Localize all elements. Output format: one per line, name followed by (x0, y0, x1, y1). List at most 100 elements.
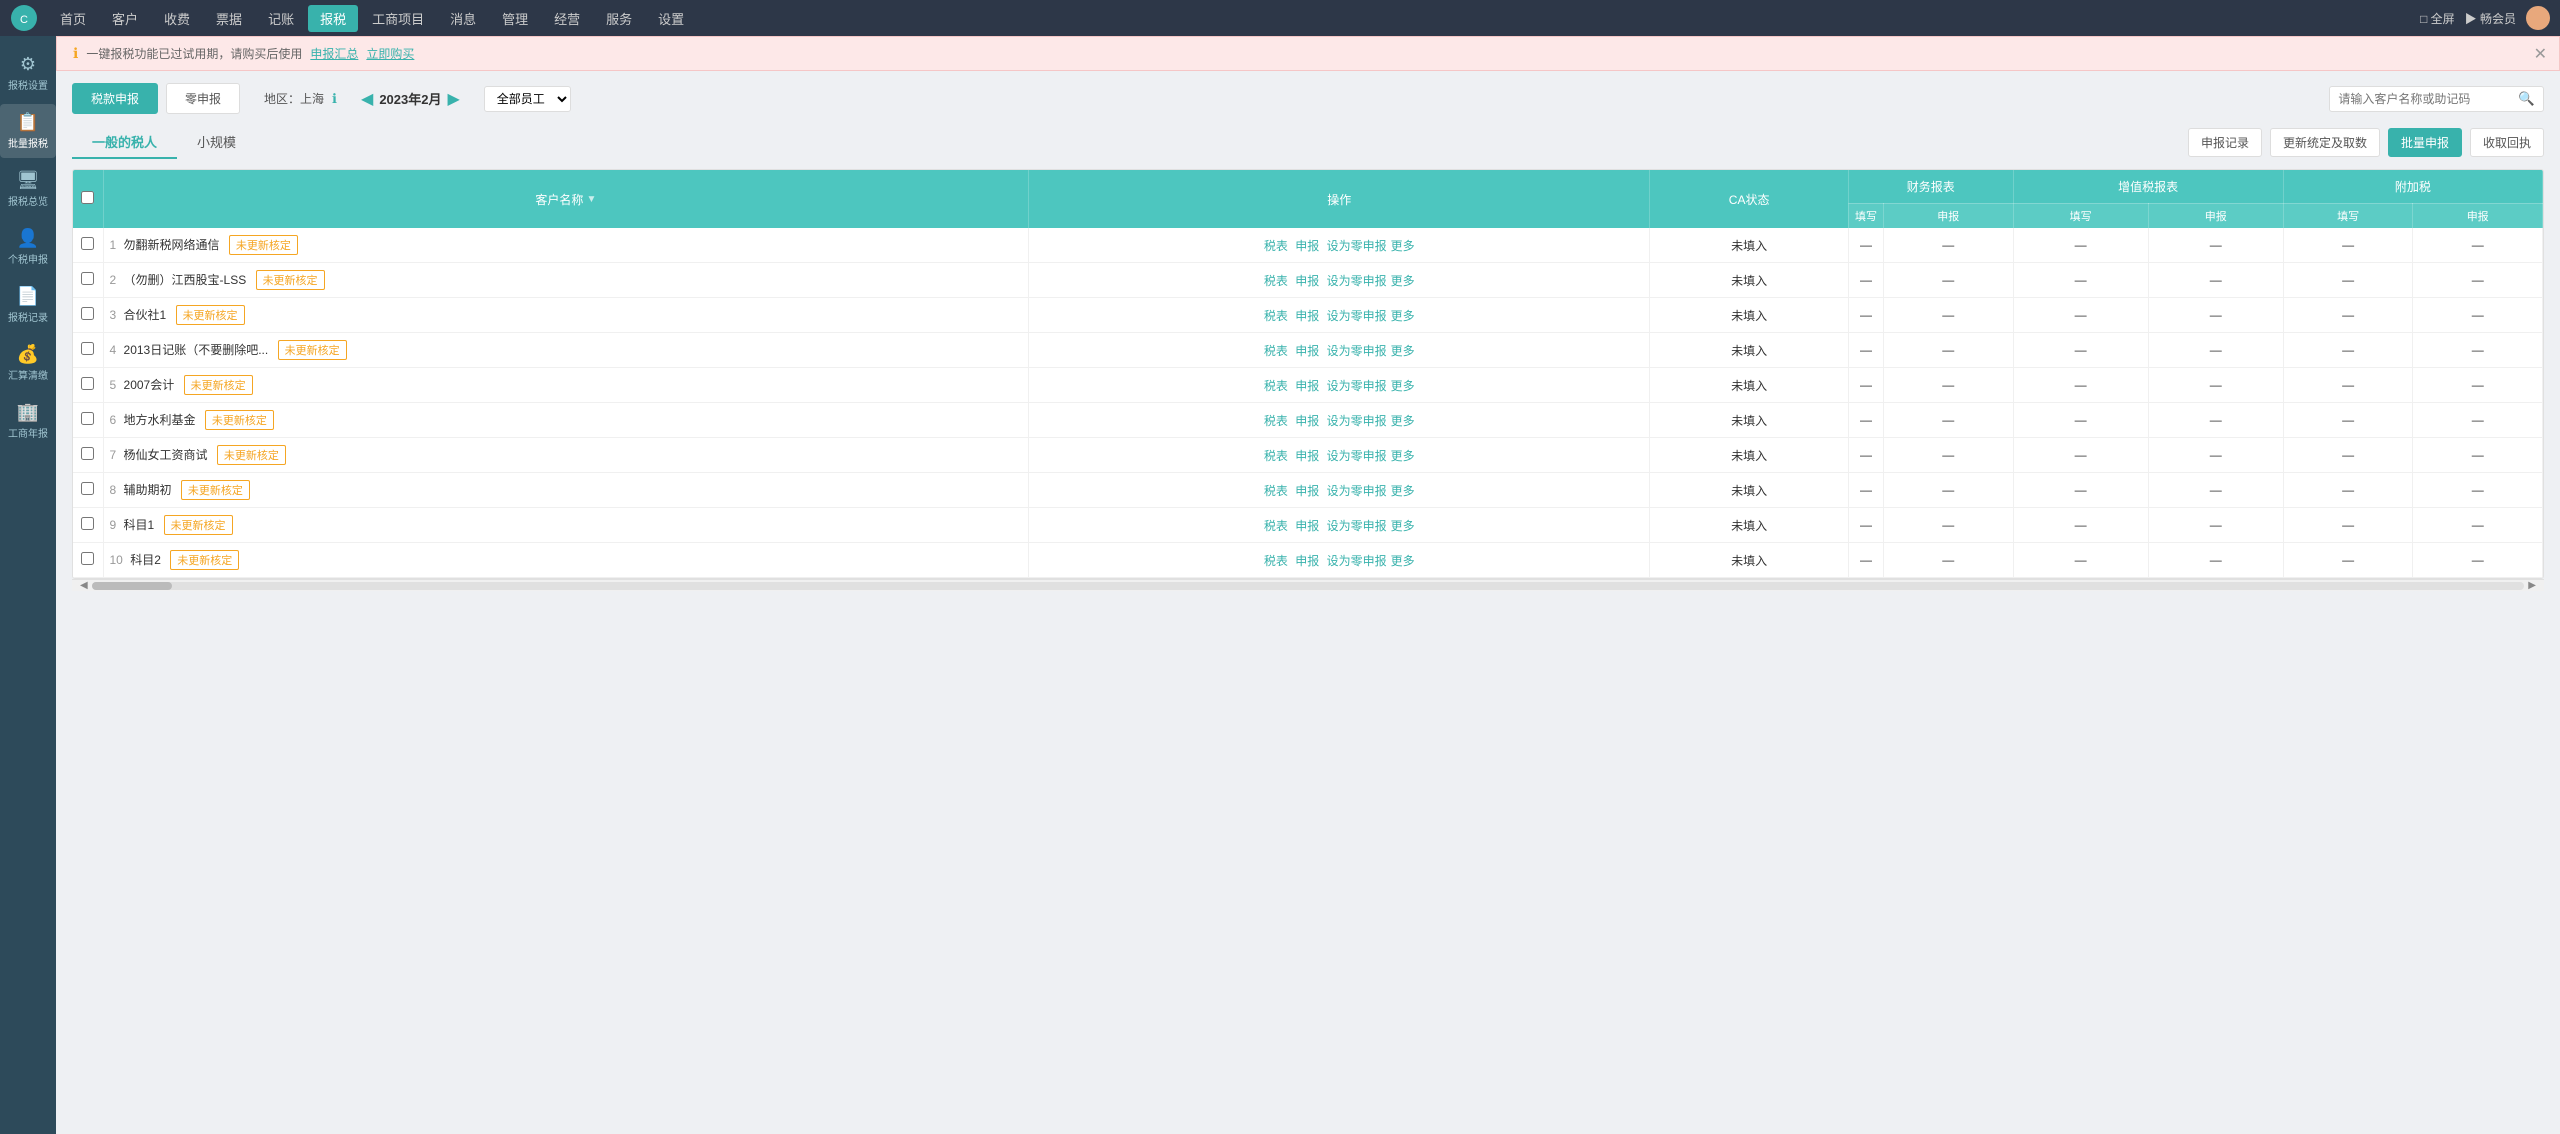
op-link-1[interactable]: 申报 (1295, 239, 1319, 253)
op-link-2[interactable]: 设为零申报 (1327, 379, 1387, 393)
retrieve-btn[interactable]: 收取回执 (2470, 128, 2544, 157)
sidebar-item-3[interactable]: 👤个税申报 (0, 220, 56, 274)
op-link-3[interactable]: 更多 (1391, 274, 1415, 288)
top-nav-item-1[interactable]: 客户 (100, 5, 150, 32)
sidebar-item-1[interactable]: 📋批量报税 (0, 104, 56, 158)
fullscreen-btn[interactable]: □ 全屏 (2420, 10, 2455, 27)
scroll-left-btn[interactable]: ◀ (76, 580, 92, 591)
batch-declare-btn[interactable]: 批量申报 (2388, 128, 2462, 157)
name-sort[interactable]: 客户名称 ▼ (535, 191, 596, 208)
record-btn[interactable]: 申报记录 (2188, 128, 2262, 157)
op-link-3[interactable]: 更多 (1391, 414, 1415, 428)
horizontal-scrollbar[interactable]: ◀ ▶ (72, 579, 2544, 591)
sidebar-label-1: 批量报税 (8, 135, 48, 150)
row-checkbox-1[interactable] (81, 272, 94, 285)
op-link-1[interactable]: 申报 (1295, 484, 1319, 498)
op-link-0[interactable]: 税表 (1264, 239, 1288, 253)
staff-select[interactable]: 全部员工 (484, 86, 571, 112)
banner-text: 一键报税功能已过试用期，请购买后使用 (86, 45, 302, 62)
row-checkbox-4[interactable] (81, 377, 94, 390)
op-link-1[interactable]: 申报 (1295, 344, 1319, 358)
row-checkbox-6[interactable] (81, 447, 94, 460)
top-nav-item-4[interactable]: 记账 (256, 5, 306, 32)
op-link-2[interactable]: 设为零申报 (1327, 484, 1387, 498)
op-link-3[interactable]: 更多 (1391, 379, 1415, 393)
update-btn[interactable]: 更新统定及取数 (2270, 128, 2380, 157)
op-link-1[interactable]: 申报 (1295, 379, 1319, 393)
row-checkbox-9[interactable] (81, 552, 94, 565)
scroll-track[interactable] (92, 582, 2525, 590)
sidebar-item-2[interactable]: 🖥报税总览 (0, 162, 56, 216)
op-link-3[interactable]: 更多 (1391, 344, 1415, 358)
region-info-icon[interactable]: ℹ (332, 91, 337, 107)
top-nav-item-2[interactable]: 收费 (152, 5, 202, 32)
search-button[interactable]: 🔍 (2510, 87, 2543, 111)
op-link-2[interactable]: 设为零申报 (1327, 344, 1387, 358)
sidebar-item-5[interactable]: 💰汇算清缴 (0, 336, 56, 390)
member-btn[interactable]: ▶ 畅会员 (2465, 10, 2516, 27)
row-checkbox-2[interactable] (81, 307, 94, 320)
op-link-1[interactable]: 申报 (1295, 519, 1319, 533)
op-link-0[interactable]: 税表 (1264, 414, 1288, 428)
op-link-2[interactable]: 设为零申报 (1327, 309, 1387, 323)
op-link-1[interactable]: 申报 (1295, 274, 1319, 288)
op-link-3[interactable]: 更多 (1391, 309, 1415, 323)
scroll-right-btn[interactable]: ▶ (2524, 580, 2540, 591)
op-link-3[interactable]: 更多 (1391, 554, 1415, 568)
top-nav-item-3[interactable]: 票据 (204, 5, 254, 32)
sub-tab-normal[interactable]: 一般的税人 (72, 126, 177, 159)
op-link-2[interactable]: 设为零申报 (1327, 519, 1387, 533)
op-link-0[interactable]: 税表 (1264, 449, 1288, 463)
search-input[interactable] (2330, 88, 2510, 110)
banner-link1[interactable]: 申报汇总 (310, 45, 358, 62)
sidebar-item-4[interactable]: 📄报税记录 (0, 278, 56, 332)
row-add-fill: — (2283, 368, 2413, 403)
prev-month-btn[interactable]: ◀ (361, 89, 373, 109)
op-link-3[interactable]: 更多 (1391, 519, 1415, 533)
op-link-3[interactable]: 更多 (1391, 239, 1415, 253)
banner-close[interactable]: ✕ (2534, 44, 2547, 64)
sidebar-item-6[interactable]: 🏢工商年报 (0, 394, 56, 448)
op-link-1[interactable]: 申报 (1295, 414, 1319, 428)
next-month-btn[interactable]: ▶ (447, 89, 459, 109)
row-checkbox-5[interactable] (81, 412, 94, 425)
top-nav-item-6[interactable]: 工商项目 (360, 5, 436, 32)
op-link-2[interactable]: 设为零申报 (1327, 449, 1387, 463)
tab-tax-declare[interactable]: 税款申报 (72, 83, 158, 114)
op-link-0[interactable]: 税表 (1264, 344, 1288, 358)
top-nav-item-7[interactable]: 消息 (438, 5, 488, 32)
top-nav-item-0[interactable]: 首页 (48, 5, 98, 32)
row-tax-fill: — (2013, 508, 2148, 543)
top-nav-item-11[interactable]: 设置 (646, 5, 696, 32)
banner-link2[interactable]: 立即购买 (366, 45, 414, 62)
user-avatar[interactable] (2526, 6, 2550, 30)
top-nav-item-5[interactable]: 报税 (308, 5, 358, 32)
op-link-0[interactable]: 税表 (1264, 274, 1288, 288)
top-nav-item-8[interactable]: 管理 (490, 5, 540, 32)
op-link-0[interactable]: 税表 (1264, 309, 1288, 323)
op-link-3[interactable]: 更多 (1391, 449, 1415, 463)
scroll-thumb[interactable] (92, 582, 172, 590)
op-link-1[interactable]: 申报 (1295, 554, 1319, 568)
op-link-2[interactable]: 设为零申报 (1327, 554, 1387, 568)
op-link-3[interactable]: 更多 (1391, 484, 1415, 498)
row-checkbox-8[interactable] (81, 517, 94, 530)
sidebar-item-0[interactable]: ⚙报税设置 (0, 46, 56, 100)
op-link-0[interactable]: 税表 (1264, 554, 1288, 568)
sub-tab-small[interactable]: 小规模 (177, 126, 256, 159)
op-link-1[interactable]: 申报 (1295, 449, 1319, 463)
op-link-0[interactable]: 税表 (1264, 519, 1288, 533)
row-checkbox-7[interactable] (81, 482, 94, 495)
select-all-checkbox[interactable] (81, 191, 94, 204)
row-checkbox-0[interactable] (81, 237, 94, 250)
op-link-2[interactable]: 设为零申报 (1327, 414, 1387, 428)
op-link-0[interactable]: 税表 (1264, 379, 1288, 393)
op-link-2[interactable]: 设为零申报 (1327, 239, 1387, 253)
op-link-0[interactable]: 税表 (1264, 484, 1288, 498)
tab-zero-declare[interactable]: 零申报 (166, 83, 240, 114)
top-nav-item-9[interactable]: 经营 (542, 5, 592, 32)
top-nav-item-10[interactable]: 服务 (594, 5, 644, 32)
row-checkbox-3[interactable] (81, 342, 94, 355)
op-link-1[interactable]: 申报 (1295, 309, 1319, 323)
op-link-2[interactable]: 设为零申报 (1327, 274, 1387, 288)
